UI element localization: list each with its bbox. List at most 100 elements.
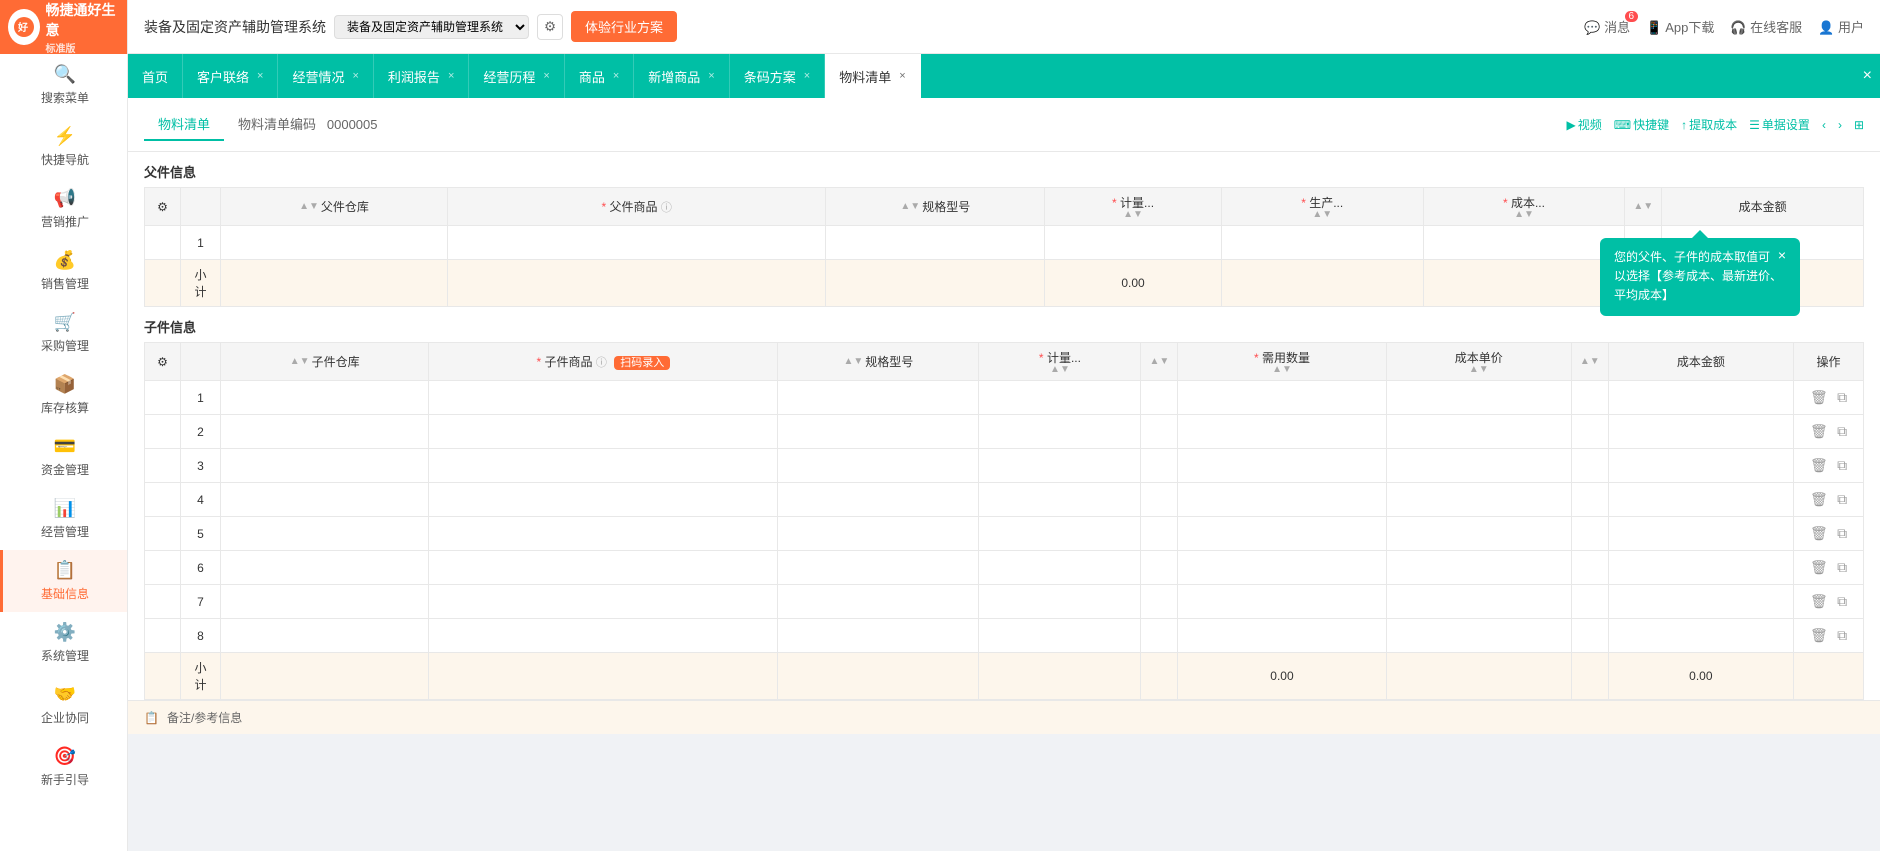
sidebar-item-sales[interactable]: 💰 销售管理	[0, 240, 127, 302]
tab-new-goods[interactable]: 新增商品 ×	[634, 54, 729, 98]
sort-child-warehouse[interactable]: ▲▼	[290, 358, 310, 366]
sort-parent[interactable]: ▲▼	[1633, 203, 1653, 211]
copy-icon-1[interactable]: ⧉	[1834, 389, 1850, 405]
tab-home[interactable]: 首页	[128, 54, 183, 98]
delete-icon-7[interactable]: 🗑	[1807, 593, 1831, 609]
close-goods-tab[interactable]: ×	[613, 70, 619, 82]
child-row-2-amount[interactable]	[1608, 415, 1793, 449]
parent-section-title: 父件信息	[144, 152, 1864, 187]
sub-tab-bom-list[interactable]: 物料清单	[144, 108, 224, 141]
parent-row-1-produce[interactable]	[1221, 226, 1423, 260]
close-history-tab[interactable]: ×	[543, 70, 549, 82]
single-setting-btn[interactable]: ☰ 单据设置	[1749, 116, 1810, 133]
close-new-goods-tab[interactable]: ×	[708, 70, 714, 82]
child-row-2-warehouse[interactable]	[221, 415, 429, 449]
child-row-2-qty[interactable]	[1178, 415, 1386, 449]
child-row-2-cost-unit[interactable]	[1386, 415, 1571, 449]
video-btn[interactable]: ▶ 视频	[1567, 116, 1602, 133]
message-wrap[interactable]: 💬 6 消息	[1584, 17, 1630, 36]
copy-icon-2[interactable]: ⧉	[1834, 423, 1850, 439]
online-service-btn[interactable]: 🎧 在线客服	[1730, 17, 1802, 36]
nav-close-all[interactable]: ×	[1855, 67, 1880, 85]
sidebar-item-system[interactable]: ⚙️ 系统管理	[0, 612, 127, 674]
sort-spec[interactable]: ▲▼	[900, 203, 920, 211]
sidebar-item-finance[interactable]: 💳 资金管理	[0, 426, 127, 488]
sidebar-item-basic-info[interactable]: 📋 基础信息	[0, 550, 127, 612]
close-ops-tab[interactable]: ×	[352, 70, 358, 82]
sort-warehouse[interactable]: ▲▼	[299, 203, 319, 211]
tab-barcode[interactable]: 条码方案 ×	[730, 54, 825, 98]
delete-icon-3[interactable]: 🗑	[1807, 457, 1831, 473]
next-btn[interactable]: ›	[1838, 118, 1842, 132]
close-customer-tab[interactable]: ×	[257, 70, 263, 82]
sort-produce[interactable]: ▲▼	[1230, 211, 1415, 219]
tab-customer[interactable]: 客户联络 ×	[183, 54, 278, 98]
copy-icon-7[interactable]: ⧉	[1834, 593, 1850, 609]
sort-child-unit[interactable]: ▲▼	[987, 366, 1132, 374]
child-row-1-amount[interactable]	[1608, 381, 1793, 415]
parent-row-1-unit[interactable]	[1045, 226, 1222, 260]
shortcut-btn[interactable]: ⌨ 快捷键	[1614, 116, 1669, 133]
sidebar-item-search[interactable]: 🔍 搜索菜单	[0, 54, 127, 116]
sidebar-item-operations[interactable]: 📊 经营管理	[0, 488, 127, 550]
parent-row-1-product[interactable]	[448, 226, 826, 260]
tab-profit[interactable]: 利润报告 ×	[374, 54, 469, 98]
scan-badge[interactable]: 扫码录入	[614, 356, 670, 370]
close-bom-tab[interactable]: ×	[899, 70, 905, 82]
sidebar-item-purchase[interactable]: 🛒 采购管理	[0, 302, 127, 364]
sidebar-item-marketing[interactable]: 📢 营销推广	[0, 178, 127, 240]
child-row-1-cost-unit[interactable]	[1386, 381, 1571, 415]
copy-icon-5[interactable]: ⧉	[1834, 525, 1850, 541]
expand-btn[interactable]: ⊞	[1854, 118, 1864, 132]
child-row-1-warehouse[interactable]	[221, 381, 429, 415]
child-row-2-product[interactable]	[429, 415, 778, 449]
delete-icon-2[interactable]: 🗑	[1807, 423, 1831, 439]
child-row-2-unit[interactable]	[979, 415, 1141, 449]
delete-icon-1[interactable]: 🗑	[1807, 389, 1831, 405]
parent-row-1-warehouse[interactable]	[221, 226, 448, 260]
app-selector[interactable]: 装备及固定资产辅助管理系统	[334, 15, 529, 39]
copy-icon-8[interactable]: ⧉	[1834, 627, 1850, 643]
sort-child-cost-unit[interactable]: ▲▼	[1395, 366, 1563, 374]
sidebar-item-guide[interactable]: 🎯 新手引导	[0, 736, 127, 798]
parent-row-1-spec[interactable]	[826, 226, 1045, 260]
close-profit-tab[interactable]: ×	[448, 70, 454, 82]
trial-button[interactable]: 体验行业方案	[571, 11, 677, 42]
child-row-2-spec[interactable]	[778, 415, 979, 449]
parent-product-help[interactable]: ⓘ	[661, 202, 672, 214]
child-row-1-product[interactable]	[429, 381, 778, 415]
delete-icon-4[interactable]: 🗑	[1807, 491, 1831, 507]
tab-history[interactable]: 经营历程 ×	[469, 54, 564, 98]
sidebar-item-enterprise[interactable]: 🤝 企业协同	[0, 674, 127, 736]
child-product-help[interactable]: ⓘ	[596, 357, 607, 369]
gear-button[interactable]: ⚙	[537, 14, 563, 40]
copy-icon-6[interactable]: ⧉	[1834, 559, 1850, 575]
parent-row-1-cost[interactable]	[1423, 226, 1625, 260]
child-row-1-qty[interactable]	[1178, 381, 1386, 415]
tab-operations[interactable]: 经营情况 ×	[278, 54, 373, 98]
close-barcode-tab[interactable]: ×	[804, 70, 810, 82]
sort-child-spec[interactable]: ▲▼	[843, 358, 863, 366]
copy-icon-4[interactable]: ⧉	[1834, 491, 1850, 507]
tooltip-close-btn[interactable]: ×	[1778, 248, 1786, 262]
delete-icon-5[interactable]: 🗑	[1807, 525, 1831, 541]
sort-unit[interactable]: ▲▼	[1053, 211, 1213, 219]
sidebar-item-inventory[interactable]: 📦 库存核算	[0, 364, 127, 426]
user-btn[interactable]: 👤 用户	[1818, 17, 1864, 36]
delete-icon-8[interactable]: 🗑	[1807, 627, 1831, 643]
prev-btn[interactable]: ‹	[1822, 118, 1826, 132]
copy-icon-3[interactable]: ⧉	[1834, 457, 1850, 473]
delete-icon-6[interactable]: 🗑	[1807, 559, 1831, 575]
sub-tab-bom-code[interactable]: 物料清单编码 0000005	[224, 108, 391, 141]
tab-bom[interactable]: 物料清单 ×	[825, 54, 920, 98]
sort-child-1[interactable]: ▲▼	[1149, 358, 1169, 366]
child-row-1-spec[interactable]	[778, 381, 979, 415]
child-row-1-unit[interactable]	[979, 381, 1141, 415]
sort-cost[interactable]: ▲▼	[1432, 211, 1617, 219]
app-download-btn[interactable]: 📱 App下载	[1646, 17, 1714, 36]
sort-child-qty[interactable]: ▲▼	[1186, 366, 1377, 374]
extract-cost-btn[interactable]: ↑ 提取成本	[1681, 116, 1737, 133]
sort-child-2[interactable]: ▲▼	[1580, 358, 1600, 366]
sidebar-item-quick-nav[interactable]: ⚡ 快捷导航	[0, 116, 127, 178]
tab-goods[interactable]: 商品 ×	[565, 54, 634, 98]
